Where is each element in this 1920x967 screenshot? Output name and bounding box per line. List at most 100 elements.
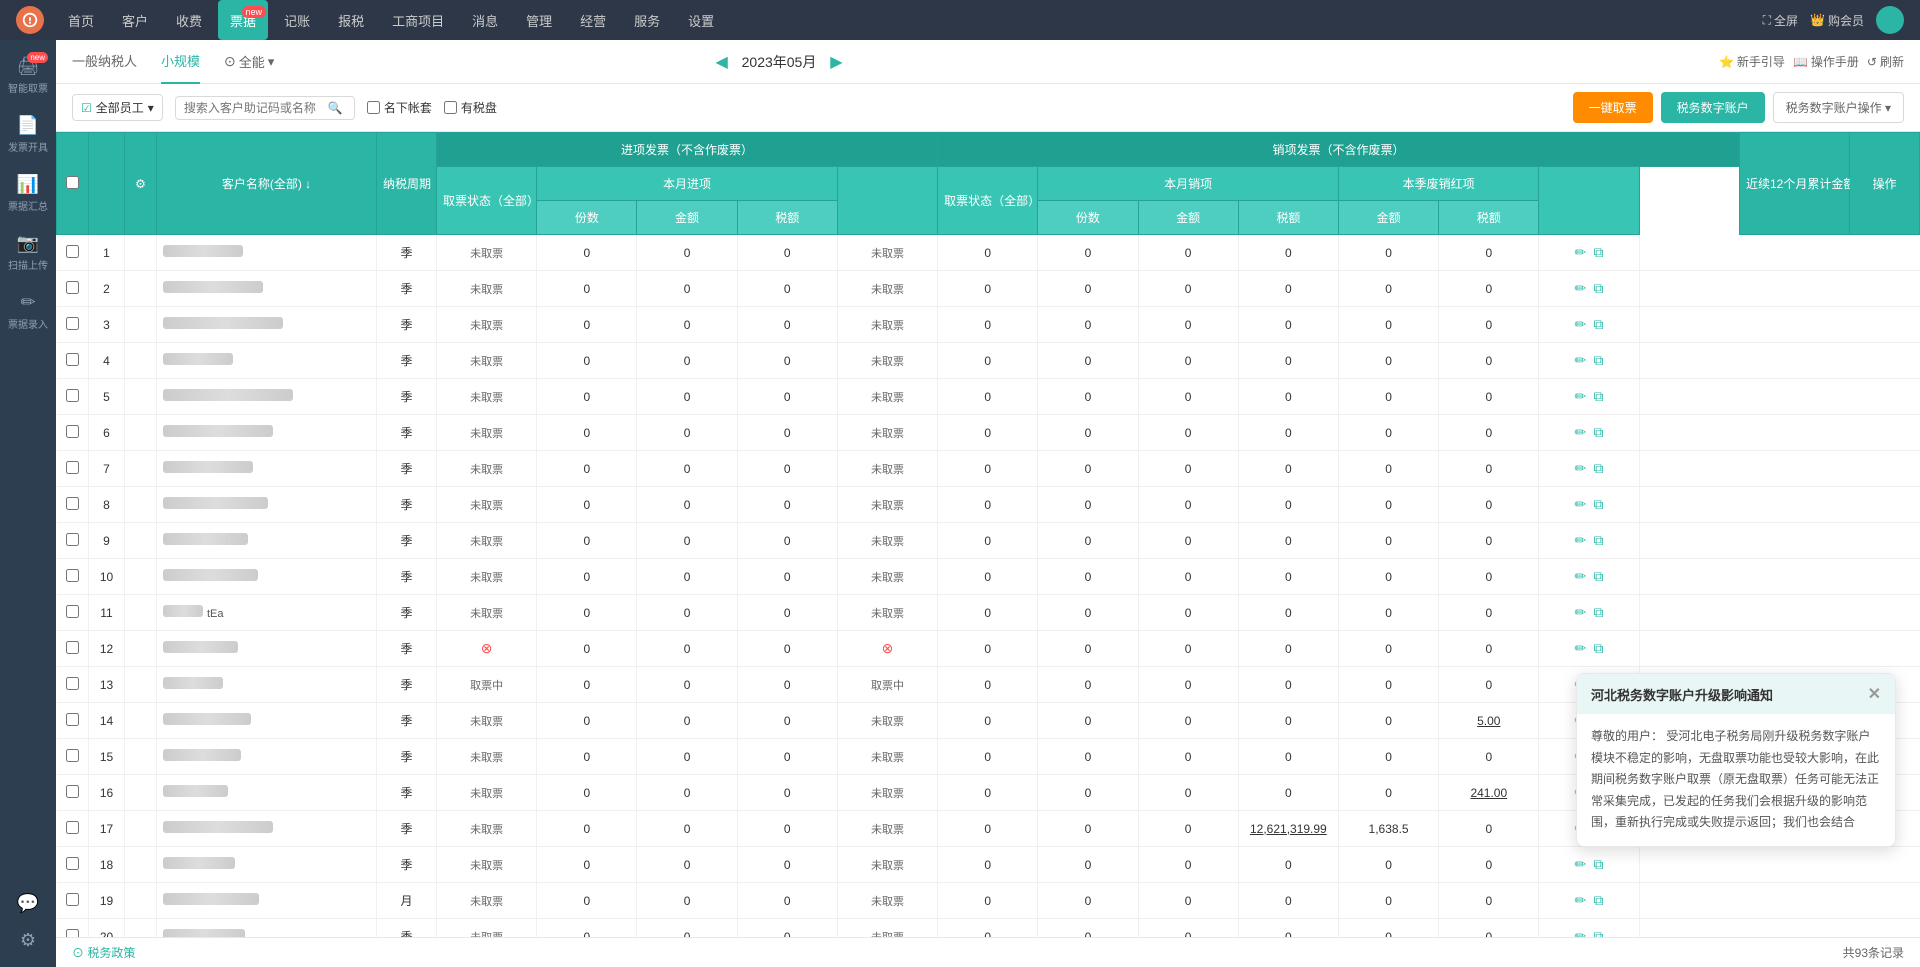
edit-btn[interactable]: ✏ bbox=[1572, 566, 1588, 587]
row-checkbox[interactable] bbox=[66, 497, 79, 510]
nav-message[interactable]: 消息 bbox=[460, 0, 510, 40]
th-name[interactable]: 客户名称(全部) ↓ bbox=[157, 133, 377, 235]
edit-btn[interactable]: ✏ bbox=[1572, 422, 1588, 443]
select-all-checkbox[interactable] bbox=[66, 176, 79, 189]
th-in-status[interactable]: 取票状态（全部） bbox=[437, 167, 537, 235]
sidebar-item-invoice-entry[interactable]: ✏ 票据录入 bbox=[4, 284, 52, 339]
nav-accounting[interactable]: 记账 bbox=[272, 0, 322, 40]
refresh-btn[interactable]: ↺ 刷新 bbox=[1867, 53, 1904, 70]
row-checkbox[interactable] bbox=[66, 569, 79, 582]
row-checkbox[interactable] bbox=[66, 389, 79, 402]
row-checkbox[interactable] bbox=[66, 713, 79, 726]
th-period[interactable]: 纳税周期（全部） bbox=[377, 133, 437, 235]
nav-settings[interactable]: 设置 bbox=[676, 0, 726, 40]
sidebar-item-smart-invoice[interactable]: 🖨 智能取票 new bbox=[4, 48, 52, 103]
search-input[interactable] bbox=[184, 101, 324, 115]
edit-btn[interactable]: ✏ bbox=[1572, 386, 1588, 407]
nav-service[interactable]: 服务 bbox=[622, 0, 672, 40]
row-checkbox[interactable] bbox=[66, 641, 79, 654]
member-btn[interactable]: 👑 购会员 bbox=[1810, 12, 1864, 29]
sidebar-item-help[interactable]: 💬 bbox=[4, 885, 52, 922]
row-checkbox[interactable] bbox=[66, 245, 79, 258]
nav-business[interactable]: 工商项目 bbox=[380, 0, 456, 40]
th-out-status[interactable]: 取票状态（全部） bbox=[938, 167, 1038, 235]
copy-btn[interactable]: ⧉ bbox=[1592, 854, 1606, 875]
new-guide-btn[interactable]: ⭐ 新手引导 bbox=[1719, 53, 1785, 70]
tax-digital-account-btn[interactable]: 税务数字账户 bbox=[1661, 92, 1765, 123]
subaccount-checkbox-input[interactable] bbox=[367, 101, 380, 114]
tab-small-scale[interactable]: 小规模 bbox=[161, 40, 200, 84]
row-checkbox[interactable] bbox=[66, 425, 79, 438]
next-month-btn[interactable]: ▶ bbox=[824, 50, 848, 74]
row-checkbox[interactable] bbox=[66, 533, 79, 546]
edit-btn[interactable]: ✏ bbox=[1572, 494, 1588, 515]
nav-billing[interactable]: 收费 bbox=[164, 0, 214, 40]
tax-disc-checkbox[interactable]: 有税盘 bbox=[444, 99, 497, 116]
edit-btn[interactable]: ✏ bbox=[1572, 926, 1588, 937]
tax-disc-checkbox-input[interactable] bbox=[444, 101, 457, 114]
copy-btn[interactable]: ⧉ bbox=[1592, 458, 1606, 479]
copy-btn[interactable]: ⧉ bbox=[1592, 926, 1606, 937]
notification-close-btn[interactable]: ✕ bbox=[1868, 684, 1881, 704]
nav-invoice[interactable]: 票据 new bbox=[218, 0, 268, 40]
edit-btn[interactable]: ✏ bbox=[1572, 638, 1588, 659]
sidebar-item-settings[interactable]: ⚙ bbox=[4, 922, 52, 959]
row-checkbox[interactable] bbox=[66, 317, 79, 330]
row-checkbox[interactable] bbox=[66, 821, 79, 834]
edit-btn[interactable]: ✏ bbox=[1572, 314, 1588, 335]
row-checkbox[interactable] bbox=[66, 893, 79, 906]
in-count-cell: 0 bbox=[537, 919, 637, 938]
tax-digital-ops-btn[interactable]: 税务数字账户操作 ▾ bbox=[1773, 92, 1904, 123]
edit-btn[interactable]: ✏ bbox=[1572, 242, 1588, 263]
row-checkbox[interactable] bbox=[66, 677, 79, 690]
copy-btn[interactable]: ⧉ bbox=[1592, 566, 1606, 587]
row-checkbox[interactable] bbox=[66, 281, 79, 294]
month12-cell: 0 bbox=[1439, 667, 1539, 703]
policy-link[interactable]: ⊙ 税务政策 bbox=[72, 944, 135, 961]
app-logo[interactable] bbox=[16, 6, 44, 34]
subaccount-checkbox[interactable]: 名下帐套 bbox=[367, 99, 432, 116]
edit-btn[interactable]: ✏ bbox=[1572, 890, 1588, 911]
one-click-invoice-btn[interactable]: 一键取票 bbox=[1573, 92, 1653, 123]
copy-btn[interactable]: ⧉ bbox=[1592, 386, 1606, 407]
employee-filter[interactable]: ☑ 全部员工 ▾ bbox=[72, 94, 163, 121]
row-checkbox[interactable] bbox=[66, 353, 79, 366]
copy-btn[interactable]: ⧉ bbox=[1592, 494, 1606, 515]
copy-btn[interactable]: ⧉ bbox=[1592, 314, 1606, 335]
prev-month-btn[interactable]: ◀ bbox=[710, 50, 734, 74]
nav-manage[interactable]: 管理 bbox=[514, 0, 564, 40]
nav-operate[interactable]: 经营 bbox=[568, 0, 618, 40]
tab-all[interactable]: ⊙ 全能 ▾ bbox=[224, 52, 274, 71]
user-avatar[interactable] bbox=[1876, 6, 1904, 34]
row-checkbox[interactable] bbox=[66, 857, 79, 870]
edit-btn[interactable]: ✏ bbox=[1572, 602, 1588, 623]
copy-btn[interactable]: ⧉ bbox=[1592, 242, 1606, 263]
edit-btn[interactable]: ✏ bbox=[1572, 278, 1588, 299]
sidebar-item-scan-upload[interactable]: 📷 扫描上传 bbox=[4, 225, 52, 280]
edit-btn[interactable]: ✏ bbox=[1572, 530, 1588, 551]
row-checkbox[interactable] bbox=[66, 749, 79, 762]
sidebar-item-invoice-summary[interactable]: 📊 票据汇总 bbox=[4, 166, 52, 221]
copy-btn[interactable]: ⧉ bbox=[1592, 530, 1606, 551]
nav-home[interactable]: 首页 bbox=[56, 0, 106, 40]
copy-btn[interactable]: ⧉ bbox=[1592, 890, 1606, 911]
edit-btn[interactable]: ✏ bbox=[1572, 458, 1588, 479]
edit-btn[interactable]: ✏ bbox=[1572, 350, 1588, 371]
manual-btn[interactable]: 📖 操作手册 bbox=[1793, 53, 1859, 70]
fullscreen-btn[interactable]: ⛶ 全屏 bbox=[1763, 12, 1798, 29]
row-checkbox[interactable] bbox=[66, 461, 79, 474]
nav-tax[interactable]: 报税 bbox=[326, 0, 376, 40]
copy-btn[interactable]: ⧉ bbox=[1592, 278, 1606, 299]
search-icon[interactable]: 🔍 bbox=[328, 101, 343, 115]
row-checkbox[interactable] bbox=[66, 605, 79, 618]
copy-btn[interactable]: ⧉ bbox=[1592, 602, 1606, 623]
copy-btn[interactable]: ⧉ bbox=[1592, 350, 1606, 371]
copy-btn[interactable]: ⧉ bbox=[1592, 638, 1606, 659]
sidebar-item-invoice-open[interactable]: 📄 发票开具 bbox=[4, 107, 52, 162]
row-checkbox[interactable] bbox=[66, 785, 79, 798]
edit-btn[interactable]: ✏ bbox=[1572, 854, 1588, 875]
tab-general-taxpayer[interactable]: 一般纳税人 bbox=[72, 40, 137, 84]
copy-btn[interactable]: ⧉ bbox=[1592, 422, 1606, 443]
row-checkbox[interactable] bbox=[66, 929, 79, 938]
nav-client[interactable]: 客户 bbox=[110, 0, 160, 40]
